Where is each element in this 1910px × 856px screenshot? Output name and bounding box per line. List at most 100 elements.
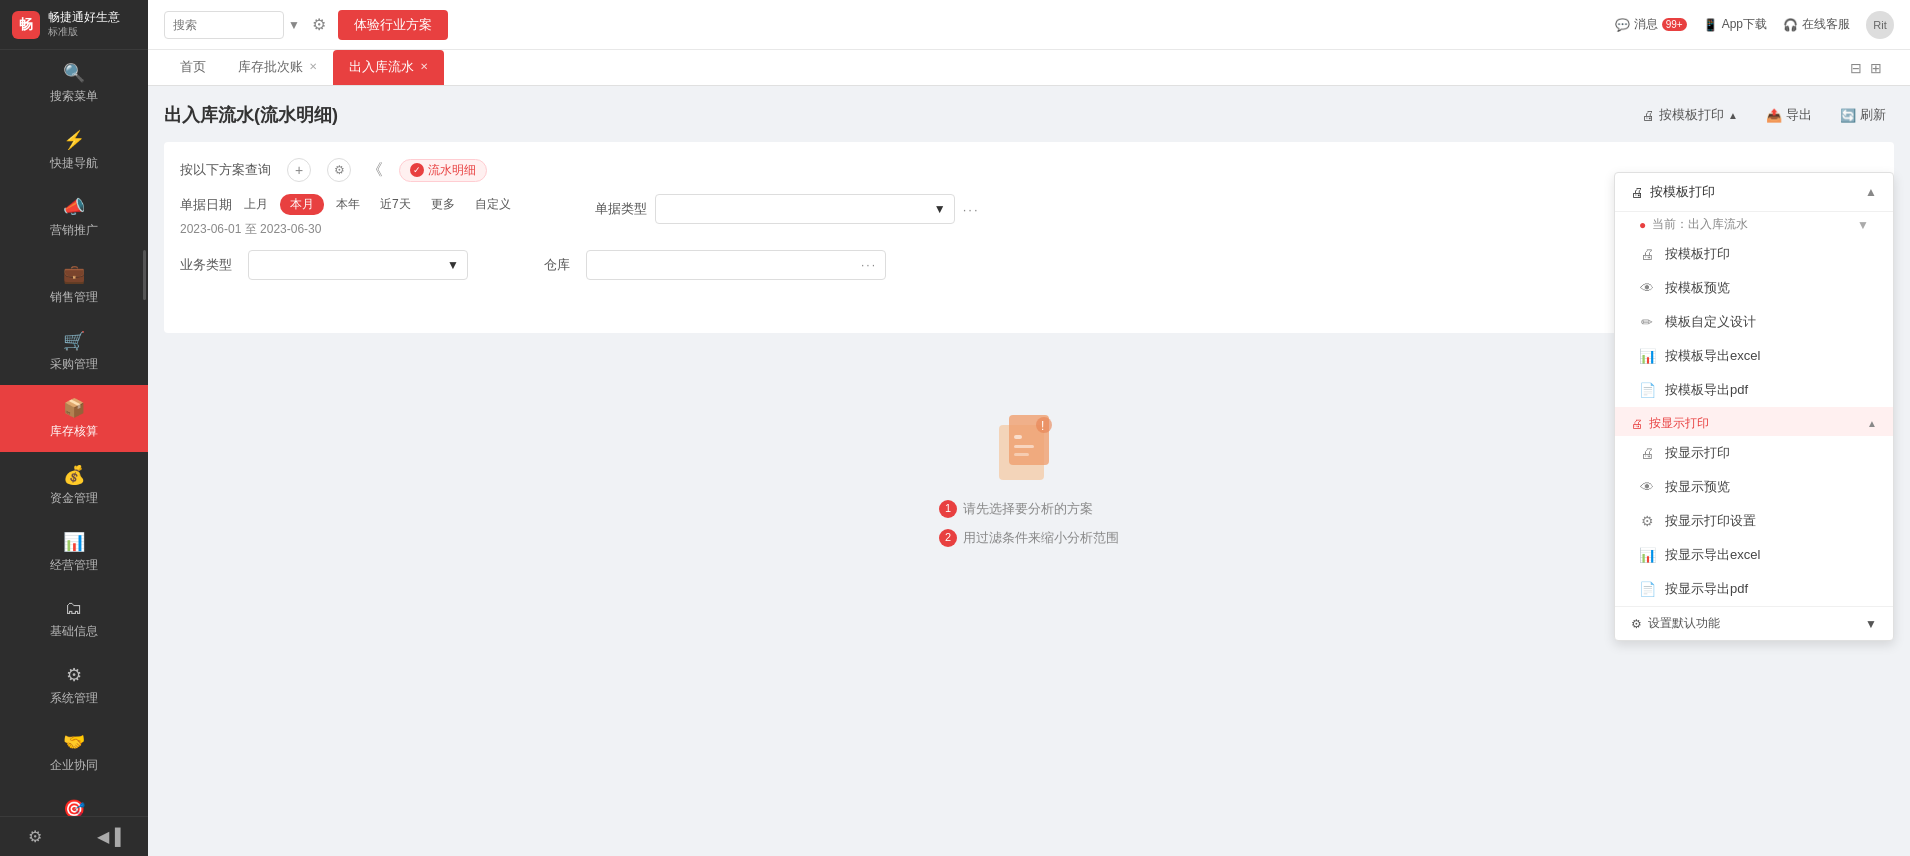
header-search-area: ▼ (164, 11, 300, 39)
sidebar-item-search[interactable]: 🔍 搜索菜单 (0, 50, 148, 117)
header-left: ▼ ⚙ 体验行业方案 (164, 10, 1603, 40)
user-profile-button[interactable]: Rit (1866, 11, 1894, 39)
sidebar-item-marketing[interactable]: 📣 营销推广 (0, 184, 148, 251)
basic-info-icon: 🗂 (65, 598, 83, 619)
display-excel-icon: 📊 (1639, 547, 1655, 563)
warehouse-more-icon[interactable]: ··· (861, 258, 877, 272)
message-button[interactable]: 💬 消息 99+ (1615, 16, 1687, 33)
scheme-settings-btn[interactable]: ⚙ (327, 158, 351, 182)
marketing-icon: 📣 (63, 196, 85, 218)
sidebar-item-guide[interactable]: 🎯 新手引导 (0, 786, 148, 816)
date-btn-prev-month[interactable]: 上月 (236, 194, 276, 215)
date-btn-custom[interactable]: 自定义 (467, 194, 519, 215)
warehouse-label: 仓库 (544, 256, 570, 274)
print-item-template-print[interactable]: 🖨 按模板打印 (1615, 237, 1893, 271)
print-item-display-preview[interactable]: 👁 按显示预览 (1615, 470, 1893, 504)
sidebar-nav: 🔍 搜索菜单 ⚡ 快捷导航 📣 营销推广 💼 销售管理 🛒 采购管理 📦 库存核… (0, 50, 148, 816)
current-arrow-icon: ▼ (1857, 218, 1869, 232)
sidebar-settings-icon[interactable]: ⚙ (28, 827, 42, 846)
operations-icon: 📊 (63, 531, 85, 553)
online-service-button[interactable]: 🎧 在线客服 (1783, 16, 1850, 33)
print-item-display-excel[interactable]: 📊 按显示导出excel (1615, 538, 1893, 572)
export-btn[interactable]: 📤 导出 (1758, 102, 1820, 128)
dropdown-collapse-icon[interactable]: ▲ (1865, 185, 1877, 199)
print-current-label: ● 当前：出入库流水 ▼ (1615, 212, 1893, 237)
add-scheme-btn[interactable]: + (287, 158, 311, 182)
collapse-panel-btn[interactable]: 《 (367, 160, 383, 181)
template-preview-icon: 👁 (1639, 280, 1655, 296)
sidebar-item-system[interactable]: ⚙ 系统管理 (0, 652, 148, 719)
print-btn[interactable]: 🖨 按模板打印 ▲ (1634, 102, 1746, 128)
default-settings-icon: ⚙ (1631, 617, 1642, 631)
enterprise-icon: 🤝 (63, 731, 85, 753)
date-btn-7days[interactable]: 近7天 (372, 194, 419, 215)
refresh-icon: 🔄 (1840, 108, 1856, 123)
settings-gear-icon[interactable]: ⚙ (312, 15, 326, 34)
template-print-icon: 🖨 (1639, 246, 1655, 262)
display-pdf-icon: 📄 (1639, 581, 1655, 597)
sidebar: 畅 畅捷通好生意 标准版 🔍 搜索菜单 ⚡ 快捷导航 📣 营销推广 💼 销售管理… (0, 0, 148, 856)
tab-batch-account-close[interactable]: ✕ (309, 61, 317, 72)
app-download-button[interactable]: 📱 App下载 (1703, 16, 1767, 33)
print-chevron-up-icon: ▲ (1728, 110, 1738, 121)
tab-expand-icon[interactable]: ⊞ (1870, 60, 1882, 76)
date-range-display: 2023-06-01 至 2023-06-30 (180, 221, 519, 238)
print-dropdown-header: 🖨 按模板打印 ▲ (1615, 173, 1893, 212)
print-footer-default[interactable]: ⚙ 设置默认功能 ▼ (1615, 606, 1893, 640)
print-item-display-settings[interactable]: ⚙ 按显示打印设置 (1615, 504, 1893, 538)
sidebar-collapse-icon[interactable]: ◀▐ (97, 827, 120, 846)
trial-btn[interactable]: 体验行业方案 (338, 10, 448, 40)
print-item-display-print[interactable]: 🖨 按显示打印 (1615, 436, 1893, 470)
sidebar-item-enterprise[interactable]: 🤝 企业协同 (0, 719, 148, 786)
sidebar-item-basic-info[interactable]: 🗂 基础信息 (0, 586, 148, 652)
print-item-display-pdf[interactable]: 📄 按显示导出pdf (1615, 572, 1893, 606)
print-item-template-preview[interactable]: 👁 按模板预览 (1615, 271, 1893, 305)
tip-number-2: 2 (939, 529, 957, 547)
svg-text:!: ! (1041, 419, 1044, 433)
display-section-arrow-icon: ▲ (1867, 418, 1877, 429)
date-btn-more[interactable]: 更多 (423, 194, 463, 215)
header-right: 💬 消息 99+ 📱 App下载 🎧 在线客服 Rit (1615, 11, 1894, 39)
business-type-select[interactable]: ▼ (248, 250, 468, 280)
page-content: 出入库流水(流水明细) 🖨 按模板打印 ▲ 📤 导出 🔄 刷新 (148, 86, 1910, 856)
bill-type-label: 单据类型 (595, 200, 647, 218)
bill-type-select[interactable]: ▼ (655, 194, 955, 224)
empty-illustration: ! (989, 405, 1069, 485)
sidebar-item-inventory[interactable]: 📦 库存核算 (0, 385, 148, 452)
tag-icon: ✓ (410, 163, 424, 177)
print-item-template-excel[interactable]: 📊 按模板导出excel (1615, 339, 1893, 373)
date-btn-year[interactable]: 本年 (328, 194, 368, 215)
tab-home[interactable]: 首页 (164, 50, 222, 85)
bill-type-more-icon[interactable]: ··· (963, 202, 980, 217)
display-settings-icon: ⚙ (1639, 513, 1655, 529)
tip-number-1: 1 (939, 500, 957, 518)
print-dropdown-title: 🖨 按模板打印 (1631, 183, 1715, 201)
user-avatar: Rit (1866, 11, 1894, 39)
tab-batch-account[interactable]: 库存批次账 ✕ (222, 50, 333, 85)
sidebar-item-quick-nav[interactable]: ⚡ 快捷导航 (0, 117, 148, 184)
sidebar-item-operations[interactable]: 📊 经营管理 (0, 519, 148, 586)
search-dropdown-icon[interactable]: ▼ (288, 18, 300, 32)
refresh-btn[interactable]: 🔄 刷新 (1832, 102, 1894, 128)
print-item-template-pdf[interactable]: 📄 按模板导出pdf (1615, 373, 1893, 407)
tab-minimize-icon[interactable]: ⊟ (1850, 60, 1862, 76)
search-input[interactable] (164, 11, 284, 39)
filter-tag-flow-detail[interactable]: ✓ 流水明细 (399, 159, 487, 182)
sidebar-item-sales[interactable]: 💼 销售管理 (0, 251, 148, 318)
tab-flow[interactable]: 出入库流水 ✕ (333, 50, 444, 85)
sidebar-item-purchase[interactable]: 🛒 采购管理 (0, 318, 148, 385)
display-print-icon: 🖨 (1639, 445, 1655, 461)
system-icon: ⚙ (66, 664, 82, 686)
sidebar-item-finance[interactable]: 💰 资金管理 (0, 452, 148, 519)
date-btn-current-month[interactable]: 本月 (280, 194, 324, 215)
print-display-section-header[interactable]: 🖨 按显示打印 ▲ (1615, 407, 1893, 436)
bill-type-dropdown-icon: ▼ (934, 202, 946, 216)
print-icon: 🖨 (1642, 108, 1655, 123)
svg-rect-3 (1014, 445, 1034, 448)
warehouse-select[interactable]: ··· (586, 250, 886, 280)
tab-flow-close[interactable]: ✕ (420, 61, 428, 72)
service-icon: 🎧 (1783, 18, 1798, 32)
print-item-template-design[interactable]: ✏ 模板自定义设计 (1615, 305, 1893, 339)
template-design-icon: ✏ (1639, 314, 1655, 330)
finance-icon: 💰 (63, 464, 85, 486)
